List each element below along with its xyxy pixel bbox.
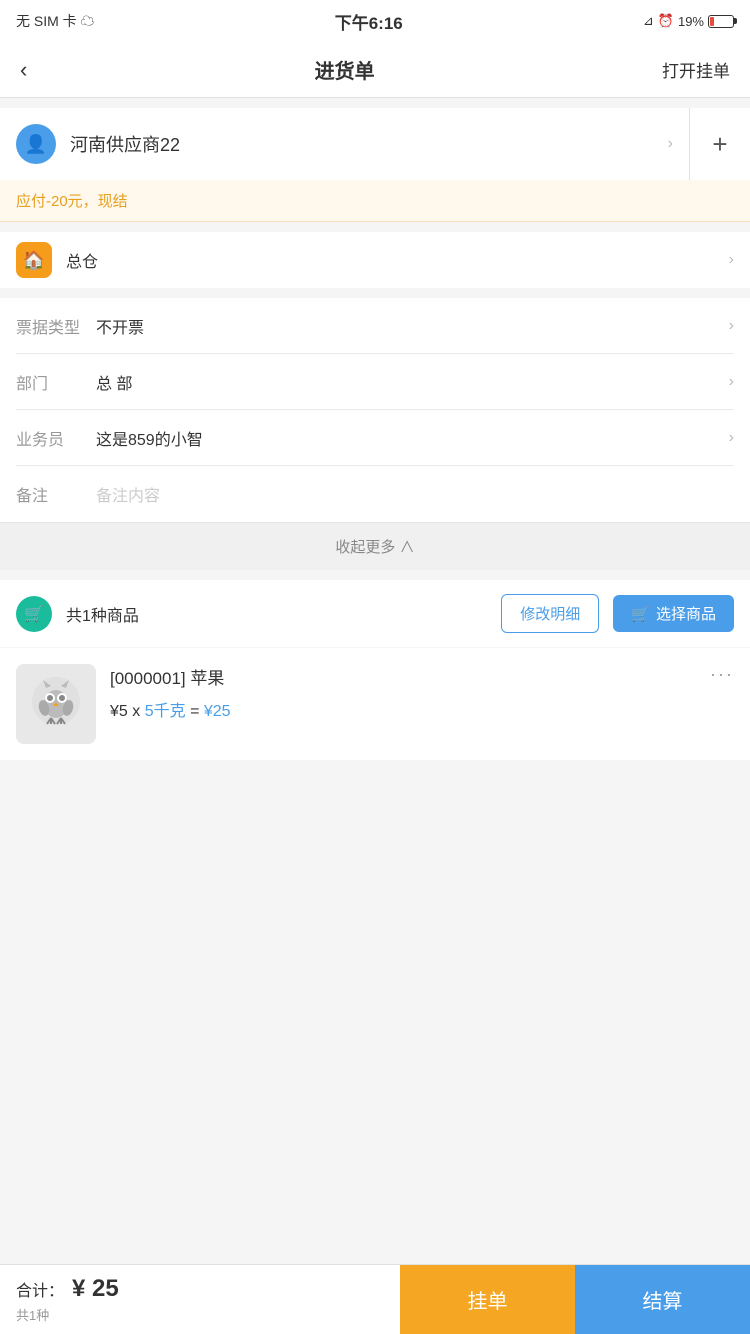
alarm-icon: ⏰: [658, 13, 674, 29]
product-name: [0000001] 苹果: [110, 664, 696, 689]
product-section-icon: 🛒: [16, 596, 52, 632]
person-icon: 👤: [25, 134, 47, 155]
total-amount: ¥ 25: [72, 1275, 119, 1303]
supplier-chevron-icon: ›: [668, 135, 673, 153]
hang-order-button[interactable]: 挂单: [400, 1265, 575, 1334]
home-icon: 🏠: [23, 250, 45, 271]
location-icon: ⊿: [643, 13, 654, 29]
back-button[interactable]: ‹: [20, 57, 27, 83]
product-card: [0000001] 苹果 ¥5 x 5千克 = ¥25 ···: [0, 648, 750, 760]
remark-input[interactable]: 备注内容: [96, 482, 734, 506]
status-right: ⊿ ⏰ 19%: [643, 13, 734, 29]
warehouse-row[interactable]: 🏠 总仓 ›: [16, 232, 734, 288]
product-header: 🛒 共1种商品 修改明细 🛒 选择商品: [0, 580, 750, 647]
product-id: [0000001]: [110, 669, 186, 688]
warehouse-icon: 🏠: [16, 242, 52, 278]
total-price: ¥25: [204, 703, 231, 720]
salesperson-chevron-icon: ›: [729, 429, 734, 447]
edit-detail-button[interactable]: 修改明细: [501, 594, 599, 633]
product-more-button[interactable]: ···: [710, 664, 734, 685]
invoice-type-label: 票据类型: [16, 314, 96, 338]
warehouse-chevron-icon: ›: [729, 251, 734, 269]
department-value: 总 部: [96, 370, 729, 394]
bottom-total: 合计： ¥ 25 共1种: [0, 1265, 400, 1334]
nav-bar: ‹ 进货单 打开挂单: [0, 42, 750, 98]
sim-label: 无 SIM 卡 ☁: [16, 11, 95, 31]
total-count: 共1种: [16, 1305, 384, 1324]
salesperson-row[interactable]: 业务员 这是859的小智 ›: [16, 410, 734, 466]
supplier-avatar: 👤: [16, 124, 56, 164]
warehouse-name: 总仓: [66, 248, 729, 272]
department-row[interactable]: 部门 总 部 ›: [16, 354, 734, 410]
product-count-label: 共1种商品: [66, 602, 487, 626]
open-hang-button[interactable]: 打开挂单: [662, 57, 730, 82]
battery-percent: 19%: [678, 14, 704, 29]
invoice-type-row[interactable]: 票据类型 不开票 ›: [16, 298, 734, 354]
supplier-select-button[interactable]: 👤 河南供应商22 ›: [0, 108, 690, 180]
bottom-bar: 合计： ¥ 25 共1种 挂单 结算: [0, 1264, 750, 1334]
select-product-button[interactable]: 🛒 选择商品: [613, 595, 734, 632]
unit-price: ¥5: [110, 703, 128, 720]
status-bar: 无 SIM 卡 ☁ 下午6:16 ⊿ ⏰ 19%: [0, 0, 750, 42]
remark-label: 备注: [16, 482, 96, 506]
invoice-type-value: 不开票: [96, 314, 729, 338]
supplier-add-button[interactable]: +: [690, 108, 750, 180]
select-product-icon: 🛒: [631, 605, 650, 623]
warehouse-section: 🏠 总仓 ›: [0, 232, 750, 288]
supplier-name: 河南供应商22: [70, 131, 668, 157]
department-chevron-icon: ›: [729, 373, 734, 391]
product-price: ¥5 x 5千克 = ¥25: [110, 697, 696, 721]
page-title: 进货单: [315, 55, 375, 84]
product-title-text: 苹果: [190, 669, 224, 688]
department-label: 部门: [16, 370, 96, 394]
qty-value: 5千克: [145, 703, 186, 720]
notice-bar: 应付-20元，现结: [0, 180, 750, 222]
battery-icon: [708, 15, 734, 28]
total-label: 合计：: [16, 1277, 64, 1301]
remark-row[interactable]: 备注 备注内容: [16, 466, 734, 522]
equals-sign: =: [190, 703, 204, 720]
salesperson-label: 业务员: [16, 426, 96, 450]
fields-section: 票据类型 不开票 › 部门 总 部 › 业务员 这是859的小智 › 备注 备注…: [0, 298, 750, 522]
supplier-section: 👤 河南供应商22 › +: [0, 108, 750, 180]
multiply-sign: x: [132, 703, 144, 720]
cart-icon: 🛒: [24, 604, 44, 624]
product-thumbnail: [16, 664, 96, 744]
select-product-label: 选择商品: [656, 603, 716, 624]
product-info: [0000001] 苹果 ¥5 x 5千克 = ¥25: [110, 664, 696, 721]
checkout-button[interactable]: 结算: [575, 1265, 750, 1334]
collapse-button[interactable]: 收起更多 ∧: [0, 522, 750, 570]
status-time: 下午6:16: [335, 9, 403, 34]
status-left: 无 SIM 卡 ☁: [16, 11, 95, 31]
salesperson-value: 这是859的小智: [96, 426, 729, 450]
owl-logo-icon: [31, 676, 81, 733]
invoice-chevron-icon: ›: [729, 317, 734, 335]
